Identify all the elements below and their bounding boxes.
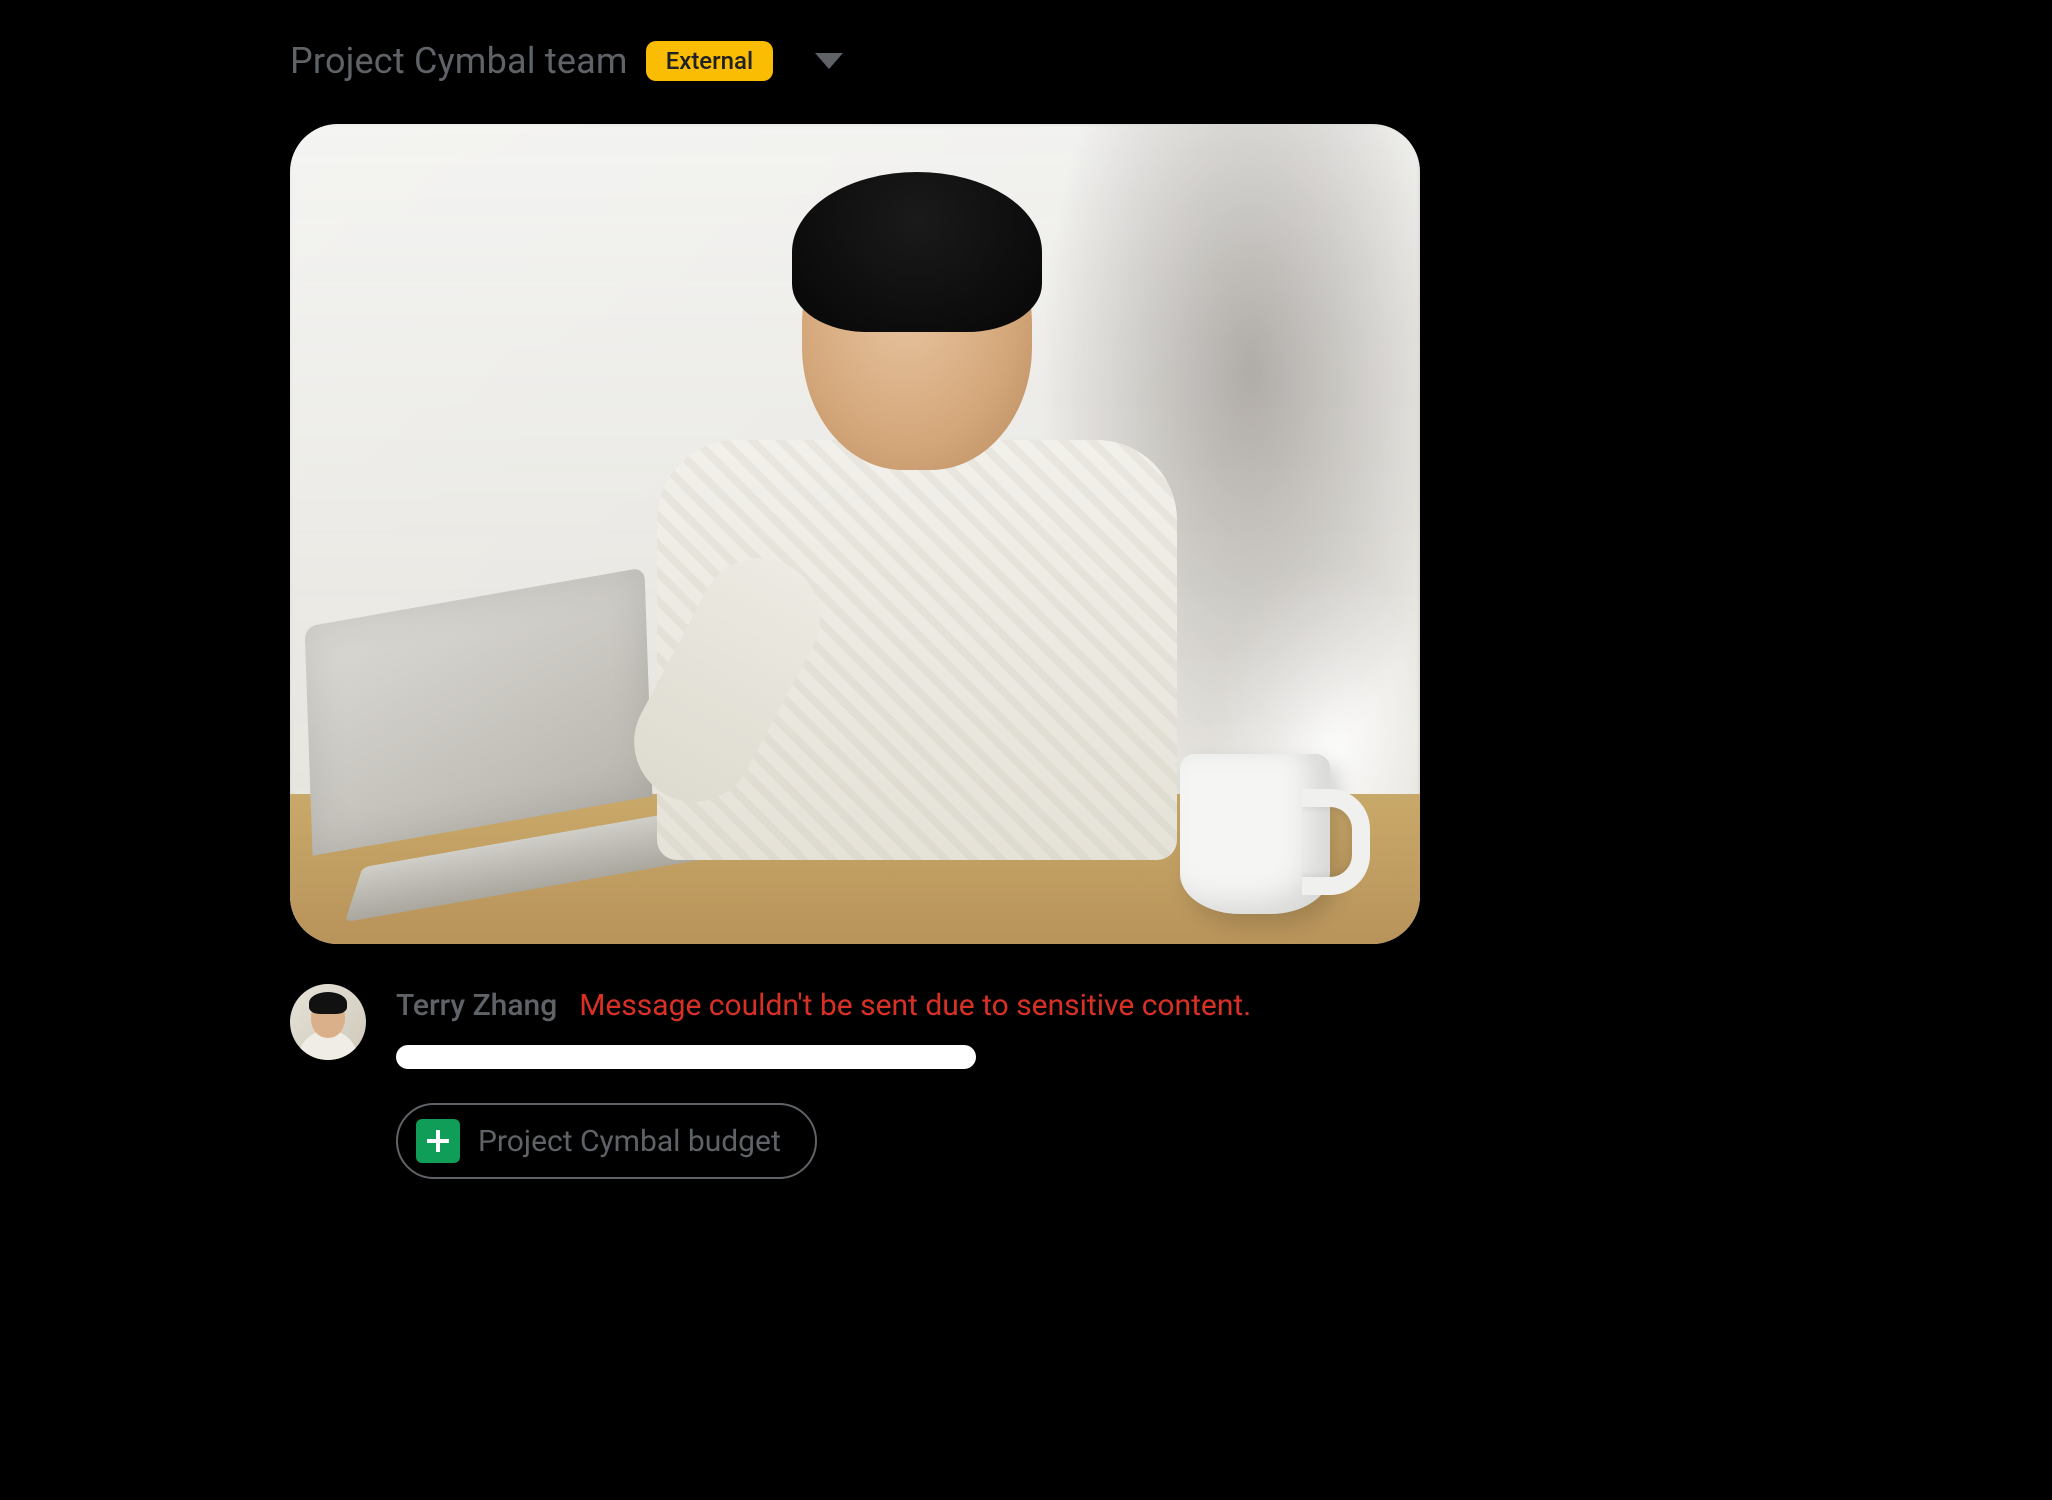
chat-room-header: Project Cymbal team External <box>290 40 1490 82</box>
external-badge: External <box>646 41 773 81</box>
attachment-label: Project Cymbal budget <box>478 1124 781 1159</box>
attachment-chip[interactable]: Project Cymbal budget <box>396 1103 817 1179</box>
avatar[interactable] <box>290 984 366 1060</box>
chat-message: Terry Zhang Message couldn't be sent due… <box>290 984 1490 1179</box>
dlp-error-text: Message couldn't be sent due to sensitiv… <box>579 988 1251 1023</box>
chevron-down-icon[interactable] <box>815 53 843 69</box>
sender-name[interactable]: Terry Zhang <box>396 988 557 1023</box>
hero-photo <box>290 124 1420 944</box>
redacted-message-bar <box>396 1045 976 1069</box>
room-title[interactable]: Project Cymbal team <box>290 40 628 82</box>
google-sheets-icon <box>416 1119 460 1163</box>
